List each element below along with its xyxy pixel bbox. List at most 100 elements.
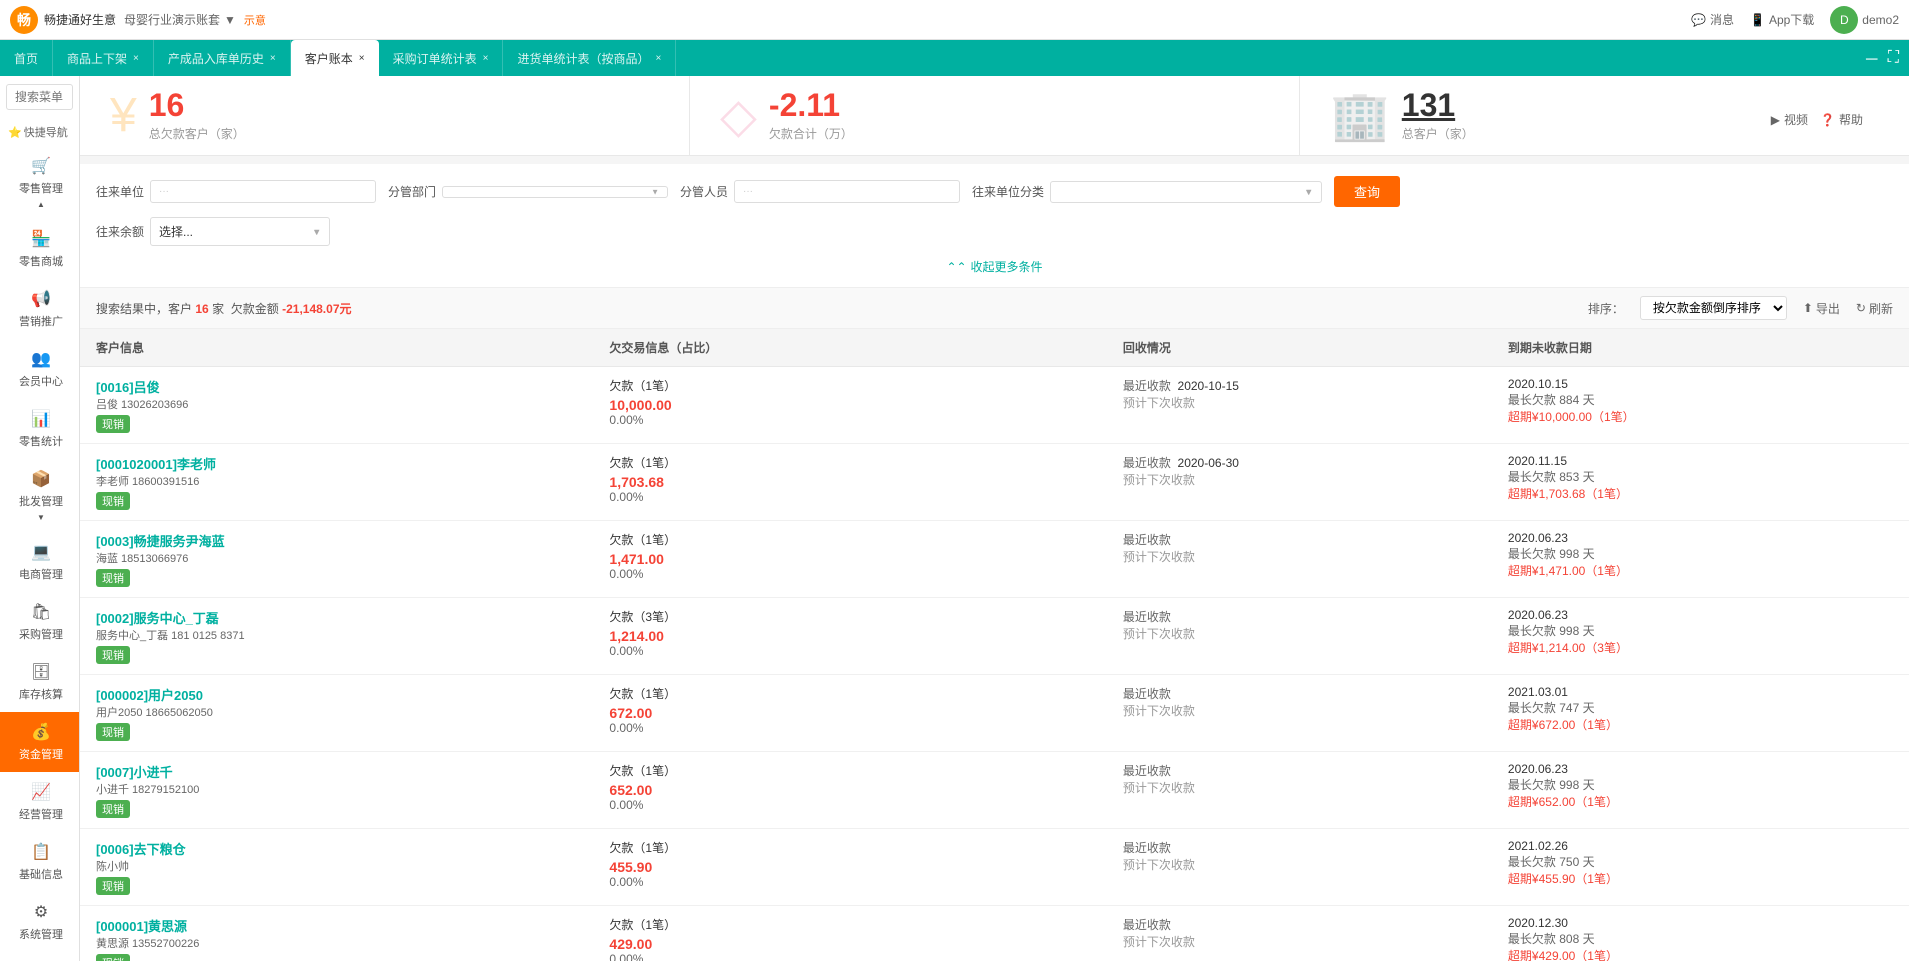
debt-info-cell: 欠款（1笔） 429.00 0.00% [609, 916, 1122, 961]
customer-name-7[interactable]: [000001]黄思源 [96, 916, 609, 935]
overdue-amount-4[interactable]: 超期¥672.00（1笔） [1508, 716, 1893, 733]
data-table: 客户信息 欠交易信息（占比） 回收情况 到期未收款日期 [0016]吕俊 吕俊 … [80, 329, 1909, 961]
debt-amount-5[interactable]: 652.00 [609, 782, 1122, 798]
store-selector[interactable]: 母婴行业演示账套 ▼ [124, 11, 236, 28]
customer-name-3[interactable]: [0002]服务中心_丁磊 [96, 608, 609, 627]
close-icon[interactable]: × [655, 53, 661, 64]
close-icon[interactable]: × [483, 53, 489, 64]
dept-label: 分管部门 [388, 183, 436, 200]
unit-class-select[interactable]: ▼ [1050, 181, 1322, 203]
sidebar-item-members[interactable]: 👥 会员中心 [0, 339, 79, 399]
close-icon[interactable]: × [270, 53, 276, 64]
debt-amount-0[interactable]: 10,000.00 [609, 397, 1122, 413]
sidebar-item-marketing[interactable]: 📢 营销推广 [0, 279, 79, 339]
sidebar-item-purchase[interactable]: 🛍 采购管理 [0, 592, 79, 652]
tab-product-instock[interactable]: 产成品入库单历史 × [154, 40, 291, 76]
tab-customer-account[interactable]: 客户账本 × [291, 40, 379, 76]
overdue-amount-2[interactable]: 超期¥1,471.00（1笔） [1508, 562, 1893, 579]
query-button[interactable]: 查询 [1334, 176, 1400, 207]
help-label: 帮助 [1839, 111, 1863, 128]
collapse-bar[interactable]: ⌃⌃ 收起更多条件 [96, 254, 1893, 279]
close-icon[interactable]: × [359, 53, 365, 64]
stat-icon-3: 🏢 [1330, 87, 1390, 144]
balance-select[interactable]: 选择... ▼ [150, 217, 330, 246]
debt-count-0: 欠款（1笔） [609, 377, 1122, 394]
sidebar-item-system[interactable]: ⚙ 系统管理 [0, 892, 79, 952]
user-area[interactable]: D demo2 [1830, 6, 1899, 34]
collection-cell: 最近收款 预计下次收款 [1123, 916, 1508, 950]
tab-home[interactable]: 首页 [0, 40, 53, 76]
help-btn[interactable]: ❓ 帮助 [1820, 111, 1863, 128]
sidebar-item-operations[interactable]: 📈 经营管理 [0, 772, 79, 832]
result-count: 16 [195, 302, 208, 316]
sidebar-item-enterprise[interactable]: 🏢 企业协同 [0, 952, 79, 961]
last-collection-date-1: 2020-06-30 [1178, 456, 1239, 470]
search-input[interactable] [6, 84, 73, 110]
tab-expand-icon[interactable]: ⛶ [1888, 49, 1899, 67]
inventory-icon: 🗄 [31, 662, 51, 682]
top-bar-right: 💬 消息 📱 App下载 D demo2 [1691, 6, 1899, 34]
quick-nav-label: 快捷导航 [24, 124, 68, 140]
sidebar-item-retail-stats[interactable]: 📊 零售统计 [0, 399, 79, 459]
overdue-amount-6[interactable]: 超期¥455.90（1笔） [1508, 870, 1893, 887]
debt-amount-2[interactable]: 1,471.00 [609, 551, 1122, 567]
sidebar-item-basic-info[interactable]: 📋 基础信息 [0, 832, 79, 892]
customer-name-5[interactable]: [0007]小进千 [96, 762, 609, 781]
refresh-btn[interactable]: ↻ 刷新 [1856, 300, 1893, 317]
overdue-amount-3[interactable]: 超期¥1,214.00（3笔） [1508, 639, 1893, 656]
from-unit-input[interactable]: ··· [150, 180, 376, 203]
duedate-cell: 2021.03.01 最长欠款 747 天 超期¥672.00（1笔） [1508, 685, 1893, 733]
duedate-cell: 2020.06.23 最长欠款 998 天 超期¥1,214.00（3笔） [1508, 608, 1893, 656]
demo-link[interactable]: 示意 [244, 12, 266, 28]
close-icon[interactable]: × [133, 53, 139, 64]
debt-amount-6[interactable]: 455.90 [609, 859, 1122, 875]
debt-info-cell: 欠款（3笔） 1,214.00 0.00% [609, 608, 1122, 658]
tab-collapse-icon[interactable]: － [1864, 46, 1880, 70]
view-video-btn[interactable]: ▶ 视频 [1771, 111, 1808, 128]
debt-amount-1[interactable]: 1,703.68 [609, 474, 1122, 490]
overdue-amount-5[interactable]: 超期¥652.00（1笔） [1508, 793, 1893, 810]
next-collection-5: 预计下次收款 [1123, 779, 1508, 796]
sidebar-item-inventory[interactable]: 🗄 库存核算 [0, 652, 79, 712]
sidebar-item-finance[interactable]: 💰 资金管理 [0, 712, 79, 772]
overdue-amount-0[interactable]: 超期¥10,000.00（1笔） [1508, 408, 1893, 425]
person-label: 分管人员 [680, 183, 728, 200]
tab-product-listing[interactable]: 商品上下架 × [53, 40, 154, 76]
customer-name-4[interactable]: [000002]用户2050 [96, 685, 609, 704]
video-icon: ▶ [1771, 113, 1780, 127]
person-input[interactable]: ··· [734, 180, 960, 203]
customer-name-0[interactable]: [0016]吕俊 [96, 377, 609, 396]
tab-purchase-order[interactable]: 采购订单统计表 × [379, 40, 504, 76]
balance-label: 往来余额 [96, 223, 144, 240]
message-btn[interactable]: 💬 消息 [1691, 11, 1734, 28]
filter-unit-class: 往来单位分类 ▼ [972, 181, 1322, 203]
customer-phone-7: 黄思源 13552700226 [96, 935, 609, 951]
dropdown-arrow-icon: ▼ [224, 13, 236, 27]
customer-name-1[interactable]: [0001020001]李老师 [96, 454, 609, 473]
customer-name-6[interactable]: [0006]去下粮仓 [96, 839, 609, 858]
sidebar-item-retail-mall[interactable]: 🏪 零售商城 [0, 219, 79, 279]
sidebar-item-ecommerce[interactable]: 💻 电商管理 [0, 532, 79, 592]
sidebar-item-batch-mgmt[interactable]: 📦 批发管理 ▼ [0, 459, 79, 532]
dept-select[interactable] [442, 186, 668, 198]
help-icon: ❓ [1820, 113, 1835, 127]
customer-name-2[interactable]: [0003]畅捷服务尹海蓝 [96, 531, 609, 550]
overdue-amount-7[interactable]: 超期¥429.00（1笔） [1508, 947, 1893, 961]
sidebar-item-retail-mgmt[interactable]: 🛒 零售管理 ▲ [0, 146, 79, 219]
customer-info-cell: [0001020001]李老师 李老师 18600391516 现销 [96, 454, 609, 510]
debt-amount-7[interactable]: 429.00 [609, 936, 1122, 952]
last-collection-label-text: 最近收款 [1123, 841, 1171, 855]
customer-tag-3: 现销 [96, 646, 130, 664]
tab-stock-summary[interactable]: 进货单统计表（按商品） × [503, 40, 676, 76]
sidebar-item-label: 基础信息 [19, 866, 63, 882]
sidebar-item-label: 经营管理 [19, 806, 63, 822]
customer-phone-2: 海蓝 18513066976 [96, 550, 609, 566]
overdue-amount-1[interactable]: 超期¥1,703.68（1笔） [1508, 485, 1893, 502]
sidebar-quick-nav[interactable]: ⭐ 快捷导航 [0, 118, 79, 146]
debt-amount-3[interactable]: 1,214.00 [609, 628, 1122, 644]
export-btn[interactable]: ⬆ 导出 [1803, 300, 1840, 317]
sort-select[interactable]: 按欠款金额倒序排序 [1640, 296, 1787, 320]
phone-icon: 📱 [1750, 13, 1765, 27]
debt-amount-4[interactable]: 672.00 [609, 705, 1122, 721]
app-download-btn[interactable]: 📱 App下载 [1750, 11, 1814, 28]
